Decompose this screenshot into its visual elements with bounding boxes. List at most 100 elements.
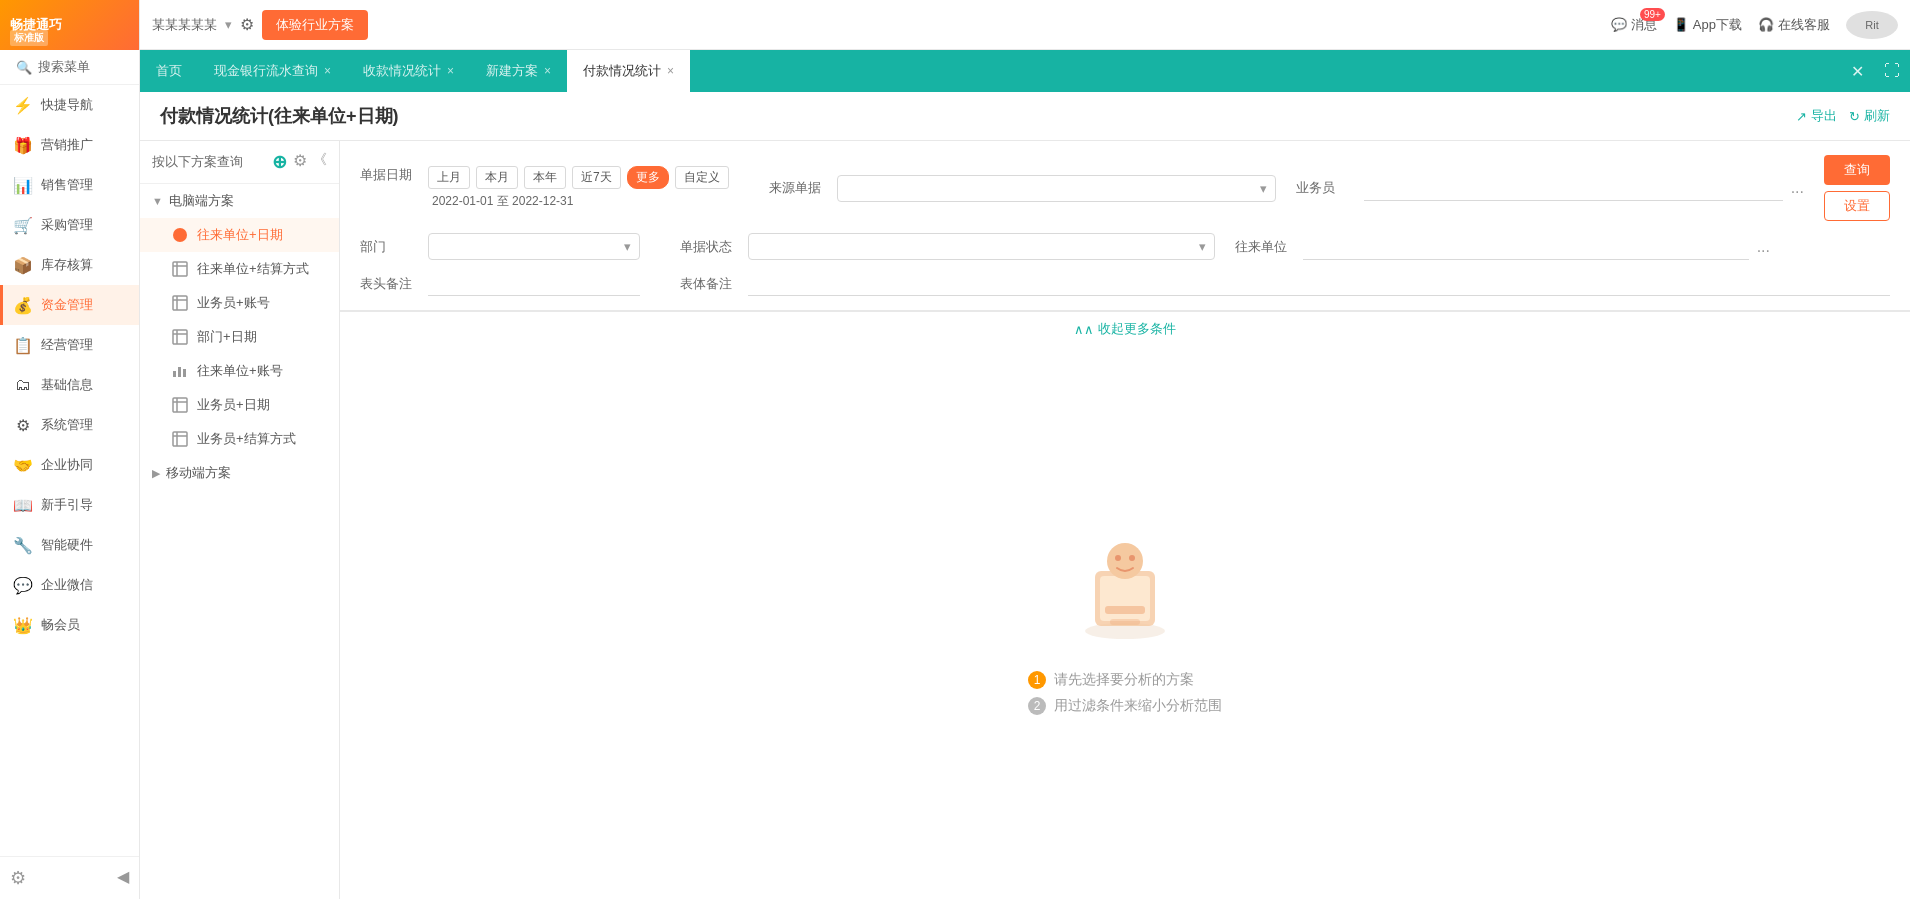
- tab-close-collection-stat[interactable]: ×: [447, 64, 454, 78]
- date-option-1[interactable]: 本月: [476, 166, 518, 189]
- tab-home[interactable]: 首页: [140, 50, 198, 92]
- panel-collapse-icon[interactable]: 《: [313, 151, 327, 173]
- scheme-icon-partner-account: [171, 362, 189, 380]
- query-button[interactable]: 查询: [1824, 155, 1890, 185]
- sidebar-item-quick-nav[interactable]: ⚡快捷导航: [0, 85, 139, 125]
- scheme-group: ▼ 电脑端方案往来单位+日期往来单位+结算方式业务员+账号部门+日期往来单位+账号…: [140, 184, 339, 456]
- online-service-button[interactable]: 🎧 在线客服: [1758, 16, 1830, 34]
- scheme-group-header[interactable]: ▼ 电脑端方案: [140, 184, 339, 218]
- tab-close-bank-flow[interactable]: ×: [324, 64, 331, 78]
- export-button[interactable]: ↗ 导出: [1796, 107, 1837, 125]
- date-option-4[interactable]: 更多: [627, 166, 669, 189]
- chevron-up-icon: ∧∧: [1074, 322, 1094, 337]
- filter-settings-button[interactable]: 设置: [1824, 191, 1890, 221]
- svg-rect-13: [183, 369, 186, 377]
- scheme-settings-icon[interactable]: ⚙: [293, 151, 307, 173]
- dept-label: 部门: [360, 238, 420, 256]
- sidebar-item-base-info[interactable]: 🗂基础信息: [0, 365, 139, 405]
- svg-point-24: [1115, 555, 1121, 561]
- dept-dropdown-icon: ▾: [624, 239, 631, 254]
- company-dropdown-icon[interactable]: ▾: [225, 17, 232, 32]
- app-download-button[interactable]: 📱 App下载: [1673, 16, 1742, 34]
- tab-collection-stat[interactable]: 收款情况统计×: [347, 50, 470, 92]
- scheme-item-staff-settle[interactable]: 业务员+结算方式: [140, 422, 339, 456]
- scheme-item-label: 往来单位+日期: [197, 226, 283, 244]
- group-label: 移动端方案: [166, 464, 231, 482]
- scheme-item-staff-account[interactable]: 业务员+账号: [140, 286, 339, 320]
- scheme-item-label: 业务员+结算方式: [197, 430, 296, 448]
- date-label: 单据日期: [360, 166, 420, 184]
- tab-payment-stat[interactable]: 付款情况统计×: [567, 50, 690, 92]
- sidebar-item-member[interactable]: 👑畅会员: [0, 605, 139, 645]
- filter-actions-group: 查询 设置: [1824, 155, 1890, 221]
- tab-bank-flow[interactable]: 现金银行流水查询×: [198, 50, 347, 92]
- sidebar-item-guide[interactable]: 📖新手引导: [0, 485, 139, 525]
- version-badge: 标准版: [10, 30, 48, 46]
- sidebar-item-enterprise[interactable]: 🤝企业协同: [0, 445, 139, 485]
- nav-icon-member: 👑: [13, 615, 33, 635]
- sidebar-item-operation[interactable]: 📋经营管理: [0, 325, 139, 365]
- voucher-status-dropdown-icon: ▾: [1199, 239, 1206, 254]
- tab-close-new-scheme[interactable]: ×: [544, 64, 551, 78]
- svg-rect-5: [173, 296, 187, 310]
- sidebar-item-purchase[interactable]: 🛒采购管理: [0, 205, 139, 245]
- group-label: 电脑端方案: [169, 192, 234, 210]
- group-arrow-icon: ▼: [152, 195, 163, 207]
- date-option-0[interactable]: 上月: [428, 166, 470, 189]
- sidebar-item-capital[interactable]: 💰资金管理: [0, 285, 139, 325]
- sidebar-footer: ⚙ ◀: [0, 856, 139, 899]
- voucher-status-select[interactable]: ▾: [748, 233, 1215, 260]
- close-all-tabs-icon[interactable]: ✕: [1841, 62, 1874, 81]
- topbar-settings-icon[interactable]: ⚙: [240, 15, 254, 34]
- partner-dots[interactable]: ...: [1757, 238, 1770, 256]
- svg-rect-14: [173, 398, 187, 412]
- collapse-more-button[interactable]: ∧∧ 收起更多条件: [1074, 320, 1176, 338]
- tabbar-actions: ✕⛶: [1841, 62, 1910, 81]
- svg-rect-27: [1110, 619, 1140, 625]
- topbar: 某某某某某 ▾ ⚙ 体验行业方案 💬 消息 99+ 📱 App下载 🎧 在线客服…: [140, 0, 1910, 50]
- sidebar-search[interactable]: 🔍 搜索菜单: [0, 50, 139, 85]
- fullscreen-icon[interactable]: ⛶: [1874, 62, 1910, 80]
- scheme-item-dept-date[interactable]: 部门+日期: [140, 320, 339, 354]
- sidebar-item-wechat[interactable]: 💬企业微信: [0, 565, 139, 605]
- filter-area: 单据日期 上月本月本年近7天更多自定义 2022-01-01 至 2022-12…: [340, 141, 1910, 311]
- left-panel-title: 按以下方案查询: [152, 153, 243, 171]
- date-option-5[interactable]: 自定义: [675, 166, 729, 189]
- empty-illustration: [1065, 531, 1185, 651]
- body-note-input[interactable]: [748, 272, 1890, 296]
- nav-icon-operation: 📋: [13, 335, 33, 355]
- svg-point-23: [1107, 543, 1143, 579]
- refresh-button[interactable]: ↻ 刷新: [1849, 107, 1890, 125]
- scheme-group-header[interactable]: ▶移动端方案: [140, 456, 339, 490]
- messages-button[interactable]: 💬 消息 99+: [1611, 16, 1657, 34]
- scheme-item-partner-date[interactable]: 往来单位+日期: [140, 218, 339, 252]
- scheme-item-partner-account[interactable]: 往来单位+账号: [140, 354, 339, 388]
- user-avatar[interactable]: Rit: [1846, 11, 1898, 39]
- trial-button[interactable]: 体验行业方案: [262, 10, 368, 40]
- sidebar-item-hardware[interactable]: 🔧智能硬件: [0, 525, 139, 565]
- tab-new-scheme[interactable]: 新建方案×: [470, 50, 567, 92]
- svg-point-25: [1129, 555, 1135, 561]
- settings-icon[interactable]: ⚙: [10, 867, 26, 889]
- scheme-item-staff-date[interactable]: 业务员+日期: [140, 388, 339, 422]
- staff-dots[interactable]: ...: [1791, 179, 1804, 197]
- staff-label: 业务员: [1296, 179, 1356, 197]
- sidebar-item-sales[interactable]: 📊销售管理: [0, 165, 139, 205]
- header-note-input[interactable]: [428, 272, 640, 296]
- source-label: 来源单据: [769, 179, 829, 197]
- source-select[interactable]: ▾: [837, 175, 1277, 202]
- scheme-icon-partner-date: [171, 226, 189, 244]
- dept-select[interactable]: ▾: [428, 233, 640, 260]
- sidebar-item-system[interactable]: ⚙系统管理: [0, 405, 139, 445]
- date-option-3[interactable]: 近7天: [572, 166, 621, 189]
- header-note-label: 表头备注: [360, 275, 420, 293]
- scheme-item-partner-settle[interactable]: 往来单位+结算方式: [140, 252, 339, 286]
- tab-close-payment-stat[interactable]: ×: [667, 64, 674, 78]
- nav-icon-capital: 💰: [13, 295, 33, 315]
- date-option-2[interactable]: 本年: [524, 166, 566, 189]
- sidebar-item-inventory[interactable]: 📦库存核算: [0, 245, 139, 285]
- add-scheme-icon[interactable]: ⊕: [272, 151, 287, 173]
- sidebar-item-marketing[interactable]: 🎁营销推广: [0, 125, 139, 165]
- collapse-icon[interactable]: ◀: [117, 867, 129, 889]
- tip-number-2: 2: [1028, 697, 1046, 715]
